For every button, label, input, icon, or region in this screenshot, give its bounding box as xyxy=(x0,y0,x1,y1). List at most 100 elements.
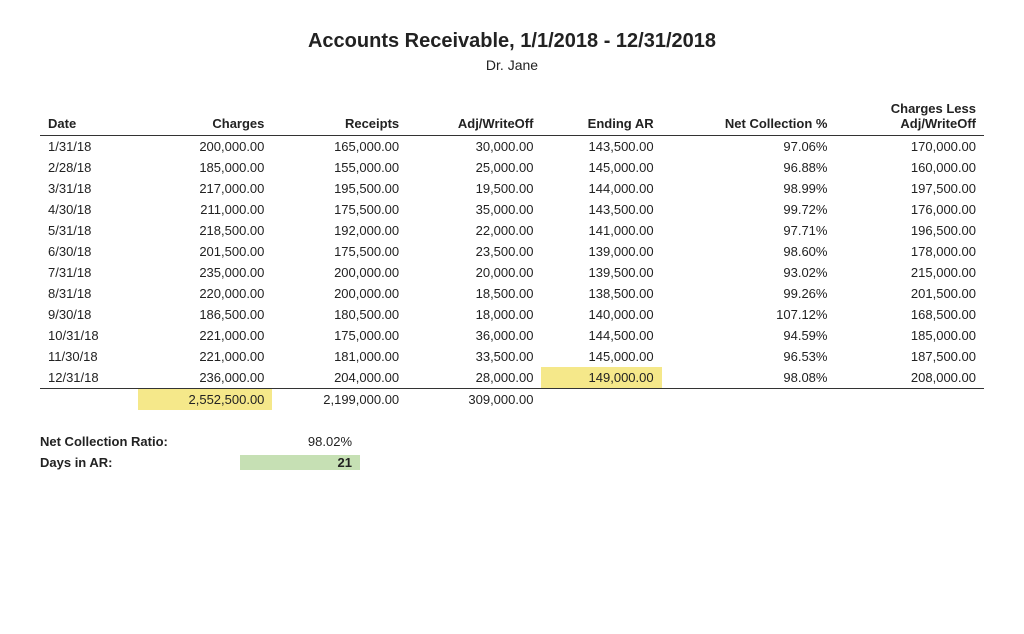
cell-charges_less: 197,500.00 xyxy=(835,178,984,199)
cell-ending_ar: 143,500.00 xyxy=(541,199,661,220)
table-header-row: Date Charges Receipts Adj/WriteOff Endin… xyxy=(40,97,984,136)
net-collection-value: 98.02% xyxy=(240,434,360,449)
net-collection-label: Net Collection Ratio: xyxy=(40,434,240,449)
cell-date: 12/31/18 xyxy=(40,367,138,389)
cell-date: 6/30/18 xyxy=(40,241,138,262)
cell-ending_ar: 144,500.00 xyxy=(541,325,661,346)
cell-charges: 217,000.00 xyxy=(138,178,273,199)
cell-charges_less: 176,000.00 xyxy=(835,199,984,220)
cell-net_collection: 97.06% xyxy=(662,136,836,158)
cell-adjwriteoff: 33,500.00 xyxy=(407,346,541,367)
table-row: 8/31/18220,000.00200,000.0018,500.00138,… xyxy=(40,283,984,304)
col-charges-less: Charges Less Adj/WriteOff xyxy=(835,97,984,136)
cell-date: 4/30/18 xyxy=(40,199,138,220)
totals-cell-4 xyxy=(541,389,661,411)
cell-receipts: 200,000.00 xyxy=(272,262,407,283)
table-row: 2/28/18185,000.00155,000.0025,000.00145,… xyxy=(40,157,984,178)
days-in-ar-row: Days in AR: 21 xyxy=(40,455,984,470)
cell-date: 7/31/18 xyxy=(40,262,138,283)
cell-receipts: 175,500.00 xyxy=(272,241,407,262)
cell-ending_ar: 144,000.00 xyxy=(541,178,661,199)
col-charges: Charges xyxy=(138,97,273,136)
cell-ending_ar: 140,000.00 xyxy=(541,304,661,325)
cell-charges_less: 208,000.00 xyxy=(835,367,984,389)
cell-net_collection: 93.02% xyxy=(662,262,836,283)
cell-date: 9/30/18 xyxy=(40,304,138,325)
report-subtitle: Dr. Jane xyxy=(40,57,984,73)
totals-cell-1: 2,552,500.00 xyxy=(138,389,273,411)
cell-adjwriteoff: 18,500.00 xyxy=(407,283,541,304)
cell-charges: 218,500.00 xyxy=(138,220,273,241)
table-row: 3/31/18217,000.00195,500.0019,500.00144,… xyxy=(40,178,984,199)
cell-net_collection: 97.71% xyxy=(662,220,836,241)
table-row: 10/31/18221,000.00175,000.0036,000.00144… xyxy=(40,325,984,346)
cell-ending_ar: 139,000.00 xyxy=(541,241,661,262)
cell-charges: 201,500.00 xyxy=(138,241,273,262)
cell-charges: 236,000.00 xyxy=(138,367,273,389)
cell-adjwriteoff: 18,000.00 xyxy=(407,304,541,325)
cell-adjwriteoff: 35,000.00 xyxy=(407,199,541,220)
report-title: Accounts Receivable, 1/1/2018 - 12/31/20… xyxy=(40,30,984,53)
cell-receipts: 195,500.00 xyxy=(272,178,407,199)
days-in-ar-value: 21 xyxy=(240,455,360,470)
cell-date: 5/31/18 xyxy=(40,220,138,241)
cell-net_collection: 96.53% xyxy=(662,346,836,367)
cell-net_collection: 99.26% xyxy=(662,283,836,304)
cell-charges_less: 187,500.00 xyxy=(835,346,984,367)
cell-charges_less: 168,500.00 xyxy=(835,304,984,325)
cell-receipts: 165,000.00 xyxy=(272,136,407,158)
cell-date: 11/30/18 xyxy=(40,346,138,367)
cell-receipts: 180,500.00 xyxy=(272,304,407,325)
table-row: 7/31/18235,000.00200,000.0020,000.00139,… xyxy=(40,262,984,283)
cell-net_collection: 107.12% xyxy=(662,304,836,325)
col-net-collection: Net Collection % xyxy=(662,97,836,136)
ar-table: Date Charges Receipts Adj/WriteOff Endin… xyxy=(40,97,984,410)
cell-charges: 235,000.00 xyxy=(138,262,273,283)
cell-charges_less: 196,500.00 xyxy=(835,220,984,241)
cell-charges_less: 201,500.00 xyxy=(835,283,984,304)
totals-cell-0 xyxy=(40,389,138,411)
table-row: 4/30/18211,000.00175,500.0035,000.00143,… xyxy=(40,199,984,220)
cell-ending_ar: 143,500.00 xyxy=(541,136,661,158)
cell-date: 10/31/18 xyxy=(40,325,138,346)
cell-receipts: 155,000.00 xyxy=(272,157,407,178)
cell-receipts: 192,000.00 xyxy=(272,220,407,241)
cell-adjwriteoff: 30,000.00 xyxy=(407,136,541,158)
table-row: 11/30/18221,000.00181,000.0033,500.00145… xyxy=(40,346,984,367)
col-adjwriteoff: Adj/WriteOff xyxy=(407,97,541,136)
cell-ending_ar: 141,000.00 xyxy=(541,220,661,241)
cell-ending_ar: 149,000.00 xyxy=(541,367,661,389)
cell-charges_less: 178,000.00 xyxy=(835,241,984,262)
cell-date: 2/28/18 xyxy=(40,157,138,178)
cell-charges: 220,000.00 xyxy=(138,283,273,304)
cell-receipts: 175,500.00 xyxy=(272,199,407,220)
totals-cell-2: 2,199,000.00 xyxy=(272,389,407,411)
cell-charges: 200,000.00 xyxy=(138,136,273,158)
cell-net_collection: 98.99% xyxy=(662,178,836,199)
cell-charges_less: 160,000.00 xyxy=(835,157,984,178)
cell-receipts: 200,000.00 xyxy=(272,283,407,304)
cell-adjwriteoff: 19,500.00 xyxy=(407,178,541,199)
cell-charges: 211,000.00 xyxy=(138,199,273,220)
cell-adjwriteoff: 25,000.00 xyxy=(407,157,541,178)
cell-net_collection: 98.60% xyxy=(662,241,836,262)
cell-charges: 185,000.00 xyxy=(138,157,273,178)
totals-cell-5 xyxy=(662,389,836,411)
cell-receipts: 175,000.00 xyxy=(272,325,407,346)
page-container: Accounts Receivable, 1/1/2018 - 12/31/20… xyxy=(20,20,1004,486)
cell-adjwriteoff: 22,000.00 xyxy=(407,220,541,241)
cell-net_collection: 99.72% xyxy=(662,199,836,220)
table-row: 1/31/18200,000.00165,000.0030,000.00143,… xyxy=(40,136,984,158)
cell-adjwriteoff: 28,000.00 xyxy=(407,367,541,389)
totals-row: 2,552,500.002,199,000.00309,000.00 xyxy=(40,389,984,411)
cell-charges: 221,000.00 xyxy=(138,346,273,367)
summary-section: Net Collection Ratio: 98.02% Days in AR:… xyxy=(40,426,984,470)
cell-ending_ar: 138,500.00 xyxy=(541,283,661,304)
cell-date: 8/31/18 xyxy=(40,283,138,304)
cell-date: 1/31/18 xyxy=(40,136,138,158)
table-row: 5/31/18218,500.00192,000.0022,000.00141,… xyxy=(40,220,984,241)
cell-net_collection: 98.08% xyxy=(662,367,836,389)
cell-ending_ar: 145,000.00 xyxy=(541,157,661,178)
cell-receipts: 181,000.00 xyxy=(272,346,407,367)
cell-ending_ar: 139,500.00 xyxy=(541,262,661,283)
